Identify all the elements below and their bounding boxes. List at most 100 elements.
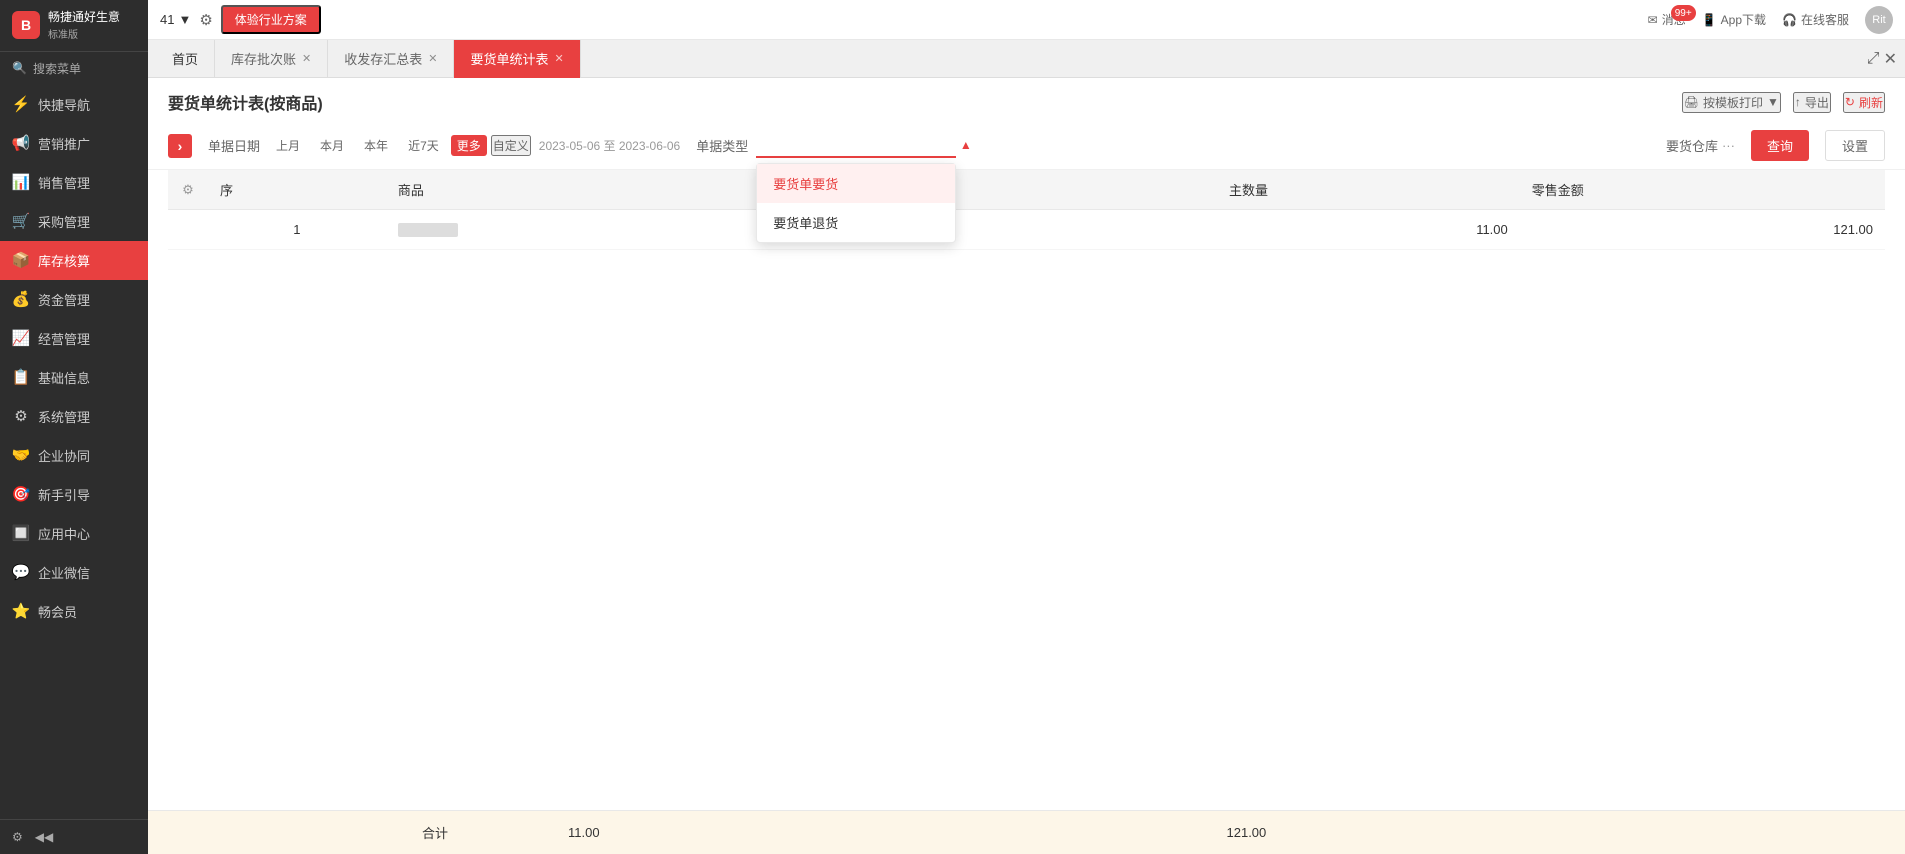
sidebar-item-collab[interactable]: 🤝 企业协同 — [0, 436, 148, 475]
tab-order-stats[interactable]: 要货单统计表 ✕ — [454, 40, 580, 78]
sidebar-item-basic-info[interactable]: 📋 基础信息 — [0, 358, 148, 397]
sidebar-item-label: 企业协同 — [38, 446, 90, 465]
sidebar-item-label: 经营管理 — [38, 329, 90, 348]
data-table: ⚙ 序 商品 主计量单位 主数量 零售金额 1 — [168, 170, 1885, 250]
export-button[interactable]: ↑ 导出 — [1793, 92, 1831, 113]
user-avatar[interactable]: Rit — [1865, 6, 1893, 34]
search-icon: 🔍 — [12, 61, 27, 75]
message-button[interactable]: ✉ 消息 99+ — [1648, 11, 1686, 28]
sidebar-item-vip[interactable]: ⭐ 畅会员 — [0, 592, 148, 631]
type-filter-wrapper: ▲ 要货单要货 要货单退货 — [756, 133, 972, 158]
tab-expand-icon[interactable]: ⤢ — [1867, 50, 1880, 68]
filter-toggle-button[interactable]: › — [168, 134, 192, 158]
type-filter-arrow-icon[interactable]: ▲ — [960, 138, 972, 152]
tab-home[interactable]: 首页 — [156, 40, 215, 78]
col-product: 商品 — [386, 170, 790, 210]
query-button[interactable]: 查询 — [1751, 130, 1809, 161]
col-amount: 零售金额 — [1520, 170, 1885, 210]
user-name: Rit — [1872, 14, 1885, 26]
footer-qty: 11.00 — [568, 825, 1227, 840]
sidebar-item-app-center[interactable]: 🔲 应用中心 — [0, 514, 148, 553]
vip-icon: ⭐ — [12, 602, 30, 620]
filter-bar: › 单据日期 上月 本月 本年 近7天 更多 自定义 2023-05-06 至 … — [148, 122, 1905, 170]
dropdown-item-order-return[interactable]: 要货单退货 — [757, 203, 955, 242]
sidebar-item-label: 快捷导航 — [38, 95, 90, 114]
message-badge: 99+ — [1671, 5, 1696, 21]
date-custom-btn[interactable]: 自定义 — [491, 135, 531, 156]
row-amount-cell: 121.00 — [1520, 210, 1885, 250]
sidebar-item-finance[interactable]: 💰 资金管理 — [0, 280, 148, 319]
type-filter-label: 单据类型 — [696, 136, 748, 155]
operations-icon: 📈 — [12, 329, 30, 347]
type-filter-group: 单据类型 ▲ 要货单要货 要货单退货 — [696, 133, 1650, 158]
sidebar-collapse-button[interactable]: ◀◀ — [35, 830, 53, 844]
sidebar-item-marketing[interactable]: 📢 营销推广 — [0, 124, 148, 163]
tab-close-all-icon[interactable]: ✕ — [1884, 49, 1897, 69]
dropdown-item-order-in[interactable]: 要货单要货 — [757, 164, 955, 203]
sidebar-item-label: 库存核算 — [38, 251, 90, 270]
inventory-icon: 📦 — [12, 251, 30, 269]
type-filter-input[interactable] — [756, 133, 956, 158]
tab-home-label: 首页 — [172, 49, 198, 68]
date-this-year-btn[interactable]: 本年 — [356, 135, 396, 156]
date-last-month-btn[interactable]: 上月 — [268, 135, 308, 156]
table-footer: 合计 11.00 121.00 — [148, 810, 1905, 854]
service-icon: 🎧 — [1782, 13, 1797, 27]
tab-batch-account-close[interactable]: ✕ — [302, 52, 311, 65]
table-header-row: ⚙ 序 商品 主计量单位 主数量 零售金额 — [168, 170, 1885, 210]
store-selector[interactable]: 41 ▼ — [160, 12, 191, 27]
service-button[interactable]: 🎧 在线客服 — [1782, 11, 1849, 28]
logo-sub: 标准版 — [48, 26, 120, 41]
sidebar-item-label: 采购管理 — [38, 212, 90, 231]
sidebar-item-label: 营销推广 — [38, 134, 90, 153]
sidebar-item-label: 资金管理 — [38, 290, 90, 309]
app-label: App下载 — [1721, 11, 1766, 28]
tab-receive-summary-label: 收发存汇总表 — [344, 49, 422, 68]
refresh-icon: ↻ — [1845, 95, 1855, 109]
sidebar-search[interactable]: 🔍 搜索菜单 — [0, 52, 148, 85]
tab-order-stats-close[interactable]: ✕ — [555, 52, 564, 65]
tab-receive-summary-close[interactable]: ✕ — [428, 52, 437, 65]
template-print-button[interactable]: 🖨 按模板打印 ▼ — [1682, 92, 1781, 113]
app-download-button[interactable]: 📱 App下载 — [1702, 11, 1766, 28]
promo-button[interactable]: 体验行业方案 — [221, 5, 321, 34]
sidebar-item-wechat[interactable]: 💬 企业微信 — [0, 553, 148, 592]
row-no-cell: 1 — [208, 210, 386, 250]
date-filter-options: 上月 本月 本年 近7天 更多 自定义 — [268, 135, 531, 156]
row-product-cell — [386, 210, 790, 250]
sidebar-item-quick-nav[interactable]: ⚡ 快捷导航 — [0, 85, 148, 124]
set-button[interactable]: 设置 — [1825, 130, 1885, 161]
table-row: 1 块 11.00 121.00 — [168, 210, 1885, 250]
row-qty-cell: 11.00 — [1217, 210, 1520, 250]
system-icon: ⚙ — [12, 407, 30, 425]
date-7days-btn[interactable]: 近7天 — [400, 135, 447, 156]
sidebar-item-label: 销售管理 — [38, 173, 90, 192]
warehouse-more-icon[interactable]: ··· — [1722, 138, 1735, 153]
sidebar-search-label: 搜索菜单 — [33, 60, 81, 77]
sidebar-item-inventory[interactable]: 📦 库存核算 — [0, 241, 148, 280]
refresh-button[interactable]: ↻ 刷新 — [1843, 92, 1885, 113]
sidebar-item-label: 应用中心 — [38, 524, 90, 543]
service-label: 在线客服 — [1801, 11, 1849, 28]
wechat-icon: 💬 — [12, 563, 30, 581]
sidebar-item-system[interactable]: ⚙ 系统管理 — [0, 397, 148, 436]
sidebar-settings-icon[interactable]: ⚙ — [12, 830, 23, 844]
sidebar-item-sales[interactable]: 📊 销售管理 — [0, 163, 148, 202]
row-settings-cell — [168, 210, 208, 250]
product-blurred — [398, 223, 458, 237]
date-range-display: 2023-05-06 至 2023-06-06 — [539, 137, 680, 154]
tab-receive-summary[interactable]: 收发存汇总表 ✕ — [328, 40, 454, 78]
tab-expand-controls: ⤢ ✕ — [1867, 49, 1897, 69]
sidebar-item-guide[interactable]: 🎯 新手引导 — [0, 475, 148, 514]
date-more-btn[interactable]: 更多 — [451, 135, 487, 156]
date-this-month-btn[interactable]: 本月 — [312, 135, 352, 156]
table-area: ⚙ 序 商品 主计量单位 主数量 零售金额 1 — [148, 170, 1905, 810]
finance-icon: 💰 — [12, 290, 30, 308]
sidebar-item-operations[interactable]: 📈 经营管理 — [0, 319, 148, 358]
sidebar-item-purchase[interactable]: 🛒 采购管理 — [0, 202, 148, 241]
col-settings[interactable]: ⚙ — [168, 170, 208, 210]
sidebar-item-label: 基础信息 — [38, 368, 90, 387]
tab-batch-account[interactable]: 库存批次账 ✕ — [215, 40, 328, 78]
warehouse-filter-group: 要货仓库 ··· — [1666, 136, 1735, 155]
topbar-settings-icon[interactable]: ⚙ — [199, 11, 212, 29]
